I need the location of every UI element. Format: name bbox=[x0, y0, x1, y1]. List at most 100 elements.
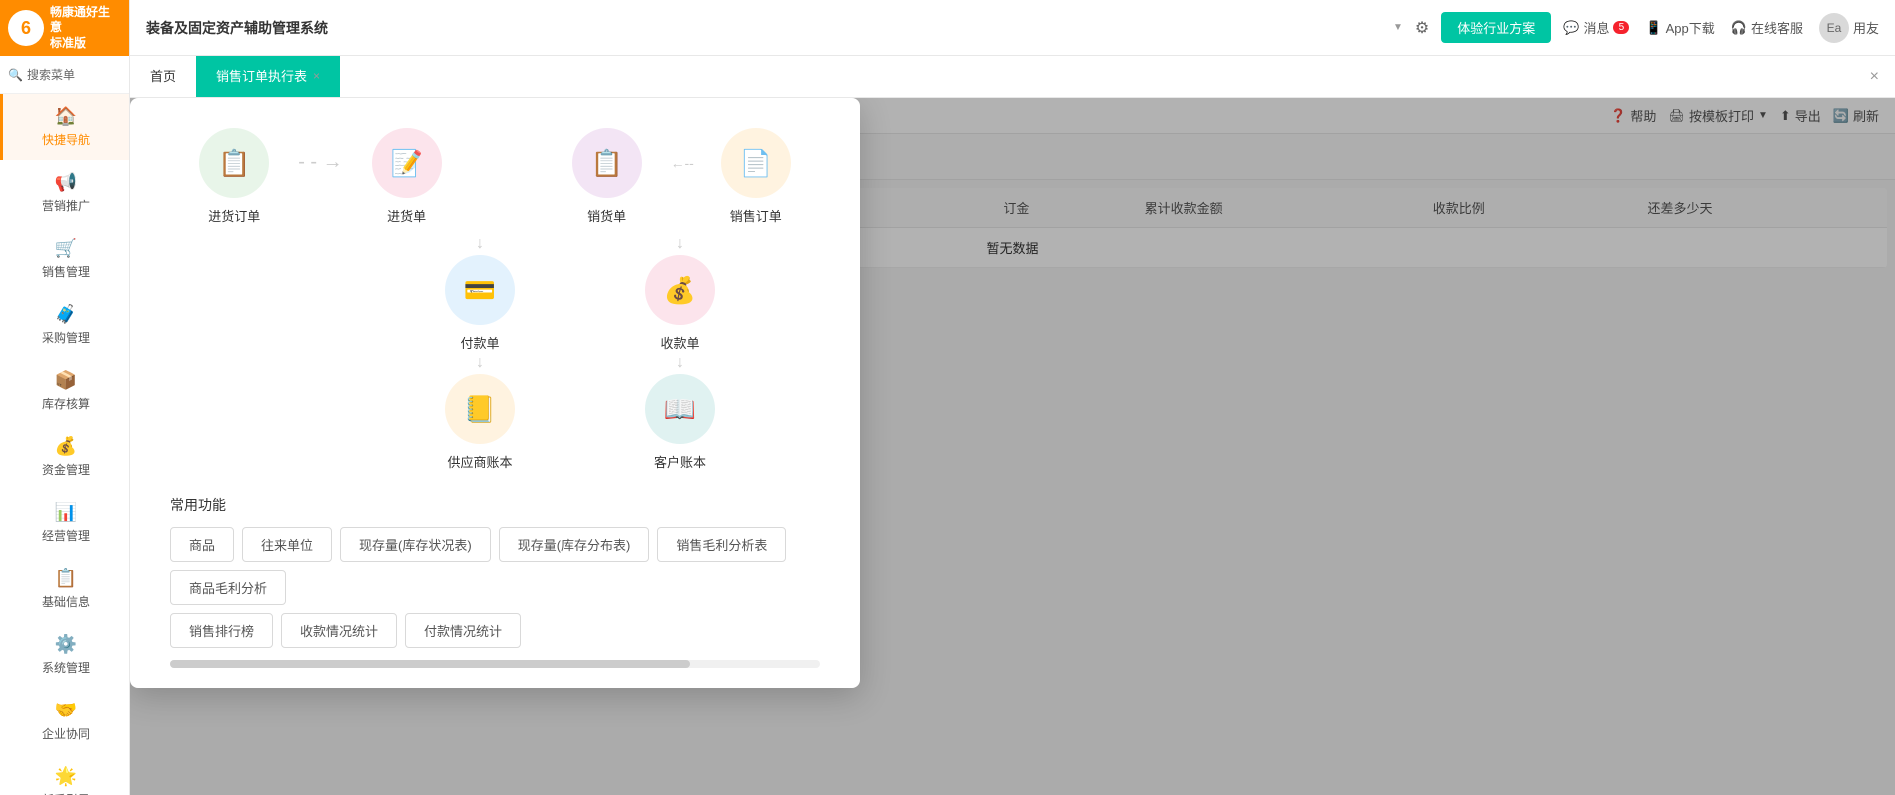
sidebar-item-enterprise[interactable]: 🤝 企业协同 bbox=[0, 688, 129, 754]
sales-order-circle: 📄 bbox=[721, 128, 791, 198]
common-section: 常用功能 商品 往来单位 现存量(库存状况表) 现存量(库存分布表) 销售毛利分… bbox=[170, 495, 820, 648]
common-btns-row2: 销售排行榜 收款情况统计 付款情况统计 bbox=[170, 613, 820, 648]
modal-scrollbar[interactable] bbox=[170, 660, 820, 668]
sidebar-item-basicinfo[interactable]: 📋 基础信息 bbox=[0, 556, 129, 622]
marketing-icon: 📢 bbox=[55, 172, 77, 193]
purchase-receipt-circle: 📝 bbox=[372, 128, 442, 198]
sidebar-item-operations[interactable]: 📊 经营管理 bbox=[0, 490, 129, 556]
online-service-btn[interactable]: 🎧 在线客服 bbox=[1731, 18, 1803, 37]
payment-label: 付款单 bbox=[460, 333, 499, 352]
common-btn-sales-rank[interactable]: 销售排行榜 bbox=[170, 613, 273, 648]
v-spacer-3 bbox=[540, 233, 620, 255]
message-label: 消息 bbox=[1583, 18, 1609, 37]
customer-ledger-icon: 📖 bbox=[664, 394, 696, 425]
sales-order-icon: 📄 bbox=[740, 148, 772, 179]
flow-row-2: 💳 付款单 💰 收款单 bbox=[170, 255, 820, 352]
v-spacer-2 bbox=[370, 233, 420, 255]
tab-active[interactable]: 销售订单执行表 × bbox=[196, 56, 340, 97]
flow-section: 📋 进货订单 - - → 📝 进货单 bbox=[170, 128, 820, 471]
sidebar-item-purchase[interactable]: 🧳 采购管理 bbox=[0, 292, 129, 358]
avatar-char: Ea bbox=[1827, 21, 1842, 35]
arrow-right-1: - - → bbox=[294, 151, 346, 202]
common-btn-product[interactable]: 商品 bbox=[170, 527, 234, 562]
sidebar-item-label-system: 系统管理 bbox=[42, 659, 90, 676]
logo-area: 6 畅康通好生意 标准版 bbox=[0, 0, 129, 56]
sidebar: 6 畅康通好生意 标准版 🔍 搜索菜单 🏠 快捷导航 📢 营销推广 🛒 销售管理 bbox=[0, 0, 130, 795]
close-window-btn[interactable]: × bbox=[1854, 68, 1895, 86]
sidebar-item-label-newbie: 新手引导 bbox=[42, 791, 90, 795]
home-tab-label: 首页 bbox=[150, 66, 176, 85]
app-download-label: App下载 bbox=[1666, 18, 1715, 37]
common-btn-receipt-stats[interactable]: 收款情况统计 bbox=[281, 613, 397, 648]
system-title: 装备及固定资产辅助管理系统 bbox=[146, 18, 1381, 38]
message-badge: 5 bbox=[1613, 21, 1629, 34]
system-title-arrow[interactable]: ▼ bbox=[1393, 22, 1403, 33]
common-btn-product-profit[interactable]: 商品毛利分析 bbox=[170, 570, 286, 605]
sidebar-item-label-enterprise: 企业协同 bbox=[42, 725, 90, 742]
v2-arrow-supplier: ↓ bbox=[420, 352, 540, 374]
sidebar-item-inventory[interactable]: 📦 库存核算 bbox=[0, 358, 129, 424]
tab-bar: 首页 销售订单执行表 × × bbox=[130, 56, 1895, 98]
message-icon: 💬 bbox=[1563, 20, 1579, 36]
try-btn[interactable]: 体验行业方案 bbox=[1441, 12, 1551, 43]
user-label: 用友 bbox=[1853, 18, 1879, 37]
sidebar-item-system[interactable]: ⚙️ 系统管理 bbox=[0, 622, 129, 688]
flow-node-customer-ledger[interactable]: 📖 客户账本 bbox=[620, 374, 740, 471]
flow-node-sales-order[interactable]: 📄 销售订单 bbox=[696, 128, 816, 225]
purchase-icon: 🧳 bbox=[55, 304, 77, 325]
sidebar-item-label-marketing: 营销推广 bbox=[42, 197, 90, 214]
arrow-left-1: ← - - bbox=[667, 155, 696, 199]
flow-node-supplier-ledger[interactable]: 📒 供应商账本 bbox=[420, 374, 540, 471]
common-btn-counterpart[interactable]: 往来单位 bbox=[242, 527, 332, 562]
tab-close-btn[interactable]: × bbox=[313, 69, 320, 83]
sidebar-item-newbie[interactable]: 🌟 新手引导 bbox=[0, 754, 129, 795]
sidebar-item-label-basicinfo: 基础信息 bbox=[42, 593, 90, 610]
customer-ledger-circle: 📖 bbox=[645, 374, 715, 444]
v-arrow-receipt: ↓ bbox=[620, 233, 740, 255]
v2-spacer-3 bbox=[540, 352, 620, 374]
common-btn-sales-profit[interactable]: 销售毛利分析表 bbox=[657, 527, 786, 562]
flow-node-receipt[interactable]: 💰 收款单 bbox=[620, 255, 740, 352]
v-arrow-payment: ↓ bbox=[420, 233, 540, 255]
flow-arrows-v2: ↓ ↓ bbox=[170, 352, 820, 374]
settings-icon[interactable]: ⚙ bbox=[1415, 18, 1429, 38]
sales-order-label: 销售订单 bbox=[730, 206, 782, 225]
flow-node-purchase-order[interactable]: 📋 进货订单 bbox=[174, 128, 294, 225]
supplier-ledger-label: 供应商账本 bbox=[447, 452, 512, 471]
common-title: 常用功能 bbox=[170, 495, 820, 515]
sidebar-item-quicknav[interactable]: 🏠 快捷导航 bbox=[0, 94, 129, 160]
sales-receipt-circle: 📋 bbox=[572, 128, 642, 198]
sales-receipt-label: 销货单 bbox=[587, 206, 626, 225]
sidebar-item-finance[interactable]: 💰 资金管理 bbox=[0, 424, 129, 490]
common-btn-inventory-status[interactable]: 现存量(库存状况表) bbox=[340, 527, 491, 562]
app-download-btn[interactable]: 📱 App下载 bbox=[1645, 18, 1714, 37]
v2-spacer-2 bbox=[370, 352, 420, 374]
message-btn[interactable]: 💬 消息 5 bbox=[1563, 18, 1629, 37]
supplier-ledger-icon: 📒 bbox=[464, 394, 496, 425]
receipt-label: 收款单 bbox=[660, 333, 699, 352]
v2-arrow-customer: ↓ bbox=[620, 352, 740, 374]
payment-icon: 💳 bbox=[464, 275, 496, 306]
user-btn[interactable]: Ea 用友 bbox=[1819, 13, 1879, 43]
top-bar: 装备及固定资产辅助管理系统 ▼ ⚙ 体验行业方案 💬 消息 5 📱 App下载 … bbox=[130, 0, 1895, 56]
download-icon: 📱 bbox=[1645, 20, 1661, 36]
sidebar-item-sales[interactable]: 🛒 销售管理 bbox=[0, 226, 129, 292]
sales-icon: 🛒 bbox=[55, 238, 77, 259]
sidebar-search[interactable]: 🔍 搜索菜单 bbox=[0, 56, 129, 94]
v2-spacer-1 bbox=[250, 352, 370, 374]
receipt-icon: 💰 bbox=[664, 275, 696, 306]
common-btn-payment-stats[interactable]: 付款情况统计 bbox=[405, 613, 521, 648]
finance-icon: 💰 bbox=[55, 436, 77, 457]
search-label: 搜索菜单 bbox=[27, 66, 75, 83]
tab-home[interactable]: 首页 bbox=[130, 56, 196, 97]
flow-node-payment[interactable]: 💳 付款单 bbox=[420, 255, 540, 352]
search-icon: 🔍 bbox=[8, 68, 23, 82]
flow-node-purchase-receipt[interactable]: 📝 进货单 bbox=[347, 128, 467, 225]
enterprise-icon: 🤝 bbox=[55, 700, 77, 721]
modal-overlay[interactable]: 📋 进货订单 - - → 📝 进货单 bbox=[130, 98, 1895, 795]
sidebar-item-marketing[interactable]: 📢 营销推广 bbox=[0, 160, 129, 226]
sales-receipt-icon: 📋 bbox=[590, 148, 622, 179]
quicknav-icon: 🏠 bbox=[55, 106, 77, 127]
flow-node-sales-receipt[interactable]: 📋 销货单 bbox=[547, 128, 667, 225]
common-btn-inventory-dist[interactable]: 现存量(库存分布表) bbox=[499, 527, 650, 562]
